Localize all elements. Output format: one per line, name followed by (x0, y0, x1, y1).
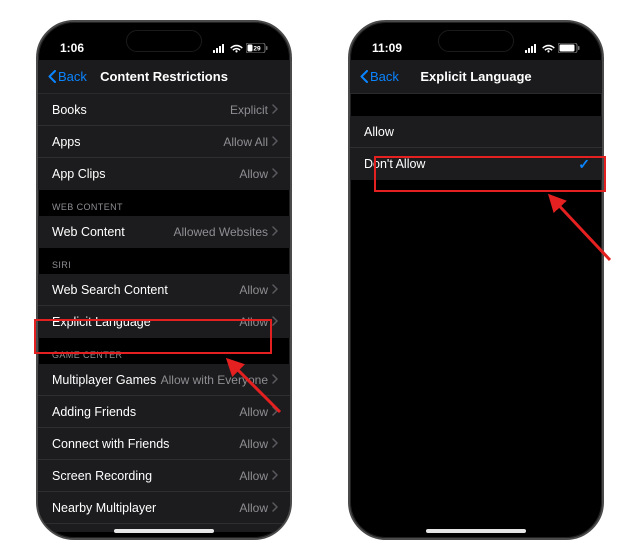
home-indicator[interactable] (426, 529, 526, 533)
row-label: Allow (364, 125, 394, 139)
settings-row[interactable]: App Clips Allow (38, 158, 290, 190)
nav-bar: Back Explicit Language (350, 60, 602, 94)
dynamic-island (438, 30, 514, 52)
row-value-container: Allow (239, 437, 278, 451)
battery-icon (558, 43, 580, 53)
settings-row[interactable]: Connect with Friends Allow (38, 428, 290, 460)
status-indicators (525, 43, 580, 53)
row-value-container: Allow (239, 167, 278, 181)
group-header: WEB CONTENT (38, 190, 290, 216)
row-value: Allow All (223, 135, 268, 149)
wifi-icon (230, 44, 243, 53)
chevron-right-icon (272, 437, 278, 451)
settings-group: Books Explicit Apps Allow All App Clips Allow (38, 94, 290, 190)
wifi-icon (542, 44, 555, 53)
row-value-container: Allow (239, 469, 278, 483)
row-label: Explicit Language (52, 315, 151, 329)
row-value-container: Allow (239, 283, 278, 297)
settings-row[interactable]: Don't Allow ✓ (350, 148, 602, 180)
chevron-right-icon (272, 103, 278, 117)
row-value-container: Allow (239, 501, 278, 515)
settings-content[interactable]: Books Explicit Apps Allow All App Clips Allow… (38, 94, 290, 532)
page-title: Content Restrictions (100, 69, 228, 84)
settings-group: Web Content Allowed Websites (38, 216, 290, 248)
row-label: Nearby Multiplayer (52, 501, 156, 515)
group-header: SIRI (38, 248, 290, 274)
row-value-container: Allow with Everyone (161, 373, 278, 387)
row-label: Web Search Content (52, 283, 168, 297)
back-button[interactable]: Back (360, 69, 399, 84)
row-value-container: Allow (239, 405, 278, 419)
row-label: Screen Recording (52, 469, 152, 483)
settings-content[interactable]: Allow Don't Allow ✓ (350, 94, 602, 532)
row-label: Adding Friends (52, 405, 136, 419)
settings-row[interactable]: Nearby Multiplayer Allow (38, 492, 290, 524)
row-label: Web Content (52, 225, 125, 239)
settings-group: Multiplayer Games Allow with Everyone Addi… (38, 364, 290, 532)
row-value: Allow (239, 315, 268, 329)
chevron-right-icon (272, 225, 278, 239)
chevron-right-icon (272, 167, 278, 181)
settings-group: Web Search ContentAllowExplicit Language… (38, 274, 290, 338)
page-title: Explicit Language (420, 69, 531, 84)
group-header: GAME CENTER (38, 338, 290, 364)
nav-bar: Back Content Restrictions (38, 60, 290, 94)
row-value: Allow (239, 469, 268, 483)
row-value: Allowed Websites (174, 225, 269, 239)
row-label: Connect with Friends (52, 437, 169, 451)
row-value: Allow (239, 501, 268, 515)
row-value: Allow (239, 405, 268, 419)
phone-right: 11:09 Back Explicit Language Allow Don't … (348, 20, 604, 540)
row-value: Allow (239, 437, 268, 451)
phone-left: 1:06 29 Back Content Restrictions Books E… (36, 20, 292, 540)
row-value: Allow with Everyone (161, 373, 268, 387)
settings-row[interactable]: Apps Allow All (38, 126, 290, 158)
row-value-container: Allow All (223, 135, 278, 149)
chevron-left-icon (360, 70, 368, 83)
back-button[interactable]: Back (48, 69, 87, 84)
chevron-left-icon (48, 70, 56, 83)
settings-row[interactable]: Screen Recording Allow (38, 460, 290, 492)
settings-row[interactable]: Allow (350, 116, 602, 148)
status-indicators: 29 (213, 43, 268, 53)
status-time: 11:09 (372, 41, 402, 55)
row-label: Books (52, 103, 87, 117)
chevron-right-icon (272, 501, 278, 515)
row-value-container: Explicit (230, 103, 278, 117)
chevron-right-icon (272, 405, 278, 419)
row-value: Allow (239, 283, 268, 297)
chevron-right-icon (272, 469, 278, 483)
chevron-right-icon (272, 135, 278, 149)
row-value-container: Allow (239, 315, 278, 329)
checkmark-icon: ✓ (578, 156, 590, 173)
row-value: Explicit (230, 103, 268, 117)
settings-row[interactable]: Adding Friends Allow (38, 396, 290, 428)
chevron-right-icon (272, 315, 278, 329)
row-value-container: ✓ (578, 156, 590, 173)
status-time: 1:06 (60, 41, 84, 55)
home-indicator[interactable] (114, 529, 214, 533)
settings-group: Allow Don't Allow ✓ (350, 116, 602, 180)
signal-icon (525, 44, 539, 53)
row-value: Allow (239, 167, 268, 181)
settings-row[interactable]: Books Explicit (38, 94, 290, 126)
chevron-right-icon (272, 283, 278, 297)
settings-row[interactable]: Multiplayer Games Allow with Everyone (38, 364, 290, 396)
row-label: Don't Allow (364, 157, 425, 171)
signal-icon (213, 44, 227, 53)
settings-row[interactable]: Web Search Content Allow (38, 274, 290, 306)
back-label: Back (370, 69, 399, 84)
dynamic-island (126, 30, 202, 52)
row-label: Multiplayer Games (52, 373, 156, 387)
row-value-container: Allowed Websites (174, 225, 279, 239)
row-label: App Clips (52, 167, 106, 181)
settings-row[interactable]: Explicit Language Allow (38, 306, 290, 338)
chevron-right-icon (272, 373, 278, 387)
back-label: Back (58, 69, 87, 84)
settings-row[interactable]: Web Content Allowed Websites (38, 216, 290, 248)
row-label: Apps (52, 135, 81, 149)
svg-text:29: 29 (253, 45, 261, 52)
battery-icon: 29 (246, 43, 268, 53)
